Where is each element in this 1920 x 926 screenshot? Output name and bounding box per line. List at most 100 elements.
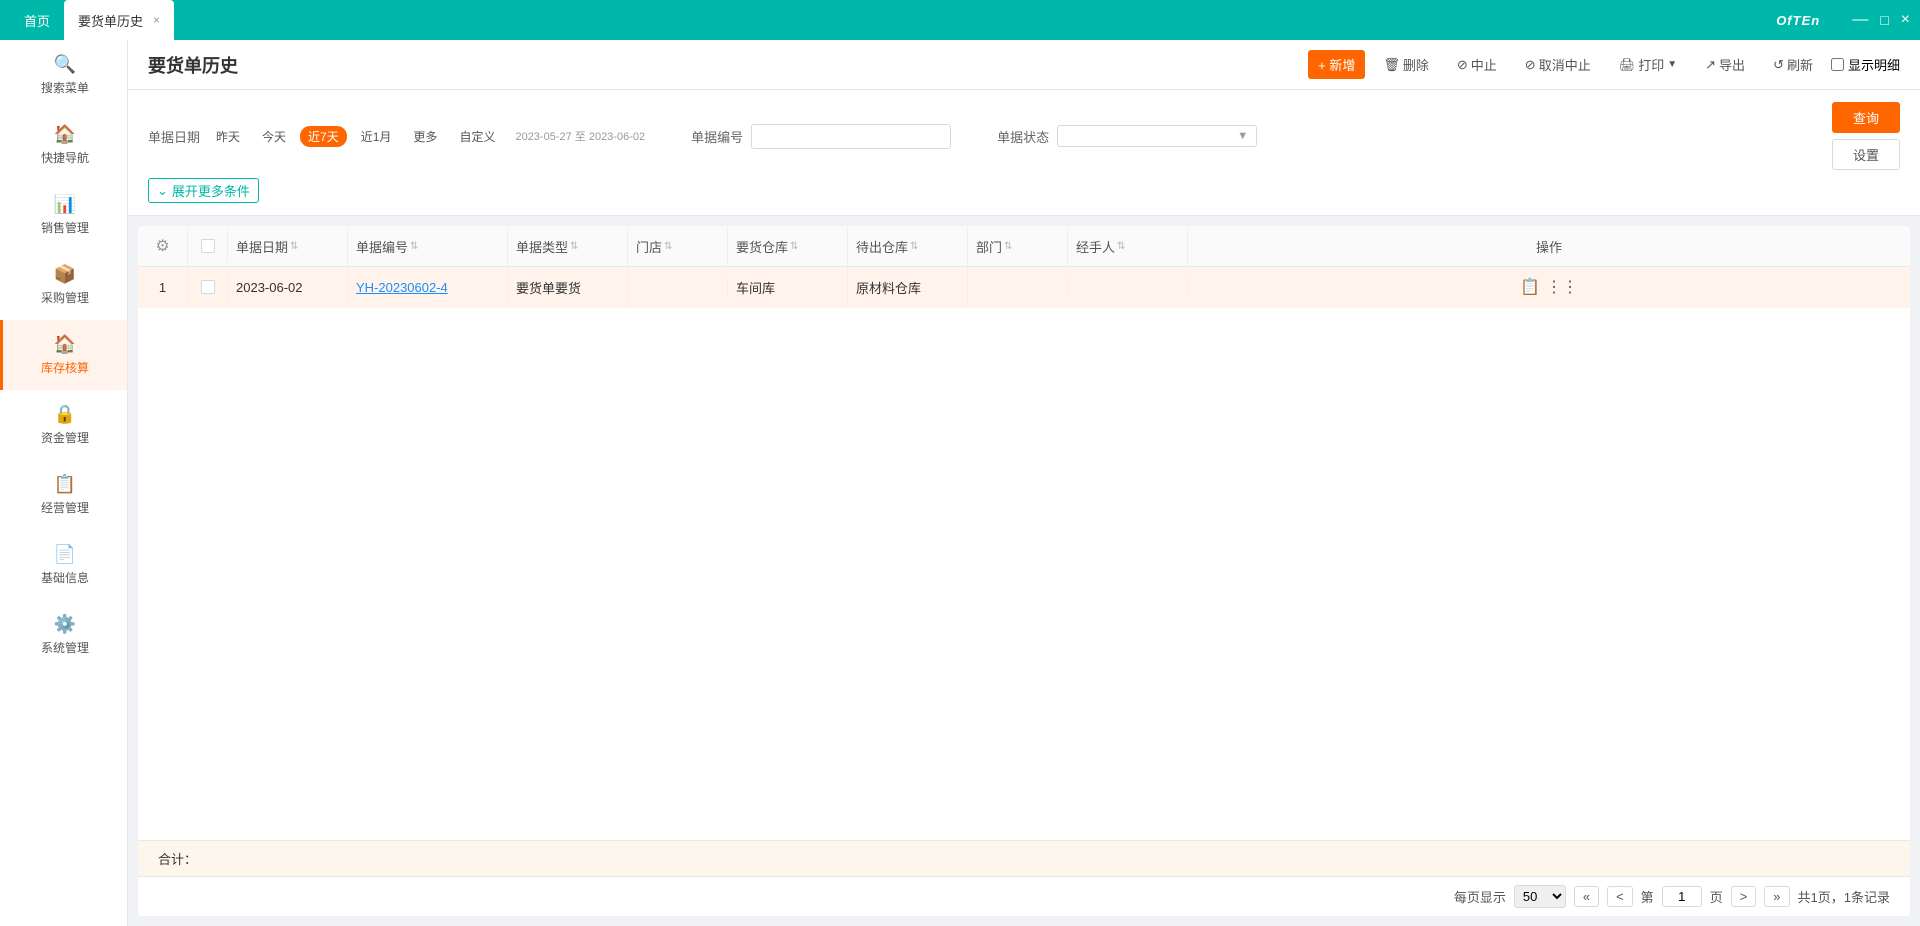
export-label: 导出: [1719, 55, 1745, 74]
row-number-link[interactable]: YH-20230602-4: [356, 280, 448, 295]
home-icon: 🏠: [54, 124, 76, 145]
export-button[interactable]: ↗ 导出: [1695, 50, 1755, 79]
summary-label: 合计：: [158, 849, 197, 868]
cell-number: YH-20230602-4: [348, 270, 508, 305]
cell-handler: [1068, 277, 1188, 297]
sidebar-item-purchase[interactable]: 📦 采购管理: [0, 250, 127, 320]
shortcut-1month[interactable]: 近1月: [353, 126, 400, 147]
shortcut-yesterday[interactable]: 昨天: [208, 126, 248, 147]
filter-row-1: 单据日期 昨天 今天 近7天 近1月 更多 自定义 2023-05-27 至 2…: [148, 102, 1900, 170]
sidebar-item-management[interactable]: 📋 经营管理: [0, 460, 127, 530]
next-page-btn[interactable]: >: [1731, 886, 1757, 907]
print-label: 打印: [1638, 55, 1664, 74]
toolbar: + 新增 🗑 删除 ⊘ 中止 ⊘ 取消中止 🖨 打印 ▼: [1308, 50, 1900, 79]
header-ops: 操作: [1188, 227, 1910, 266]
sort-date-icon[interactable]: ⇅: [290, 241, 298, 252]
cancel-stop-label: 取消中止: [1539, 55, 1591, 74]
main-content: 要货单历史 + 新增 🗑 删除 ⊘ 中止 ⊘ 取消中止 🖨 打印: [128, 40, 1920, 926]
sort-warehouse-icon[interactable]: ⇅: [790, 241, 798, 252]
edit-icon[interactable]: 📋: [1520, 277, 1540, 297]
inventory-icon: 🏠: [54, 334, 76, 355]
shortcut-more[interactable]: 更多: [405, 126, 445, 147]
header-gear[interactable]: ⚙: [138, 226, 188, 266]
close-window-btn[interactable]: ×: [1901, 11, 1910, 29]
header-dept: 部门 ⇅: [968, 227, 1068, 266]
doc-number-filter-group: 单据编号: [691, 124, 951, 149]
delete-icon: 🗑: [1383, 57, 1400, 73]
select-all-checkbox[interactable]: [201, 239, 215, 253]
shortcut-7days[interactable]: 近7天: [300, 126, 347, 147]
page-size-label: 每页显示: [1454, 887, 1506, 906]
expand-more-btn[interactable]: ⌄ 展开更多条件: [148, 178, 259, 203]
print-dropdown-icon: ▼: [1667, 59, 1677, 70]
cell-index: 1: [138, 270, 188, 305]
last-page-btn[interactable]: »: [1764, 886, 1789, 907]
sidebar-item-label: 基础信息: [41, 569, 89, 586]
page-suffix: 页: [1710, 887, 1723, 906]
more-icon[interactable]: ⋮⋮: [1546, 277, 1578, 297]
header-dept-label: 部门: [976, 237, 1002, 256]
date-filter-label: 单据日期: [148, 127, 200, 146]
active-tab[interactable]: 要货单历史 ×: [64, 0, 174, 40]
sidebar-item-system[interactable]: ⚙️ 系统管理: [0, 600, 127, 670]
sales-icon: 📊: [54, 194, 76, 215]
cell-type: 要货单要货: [508, 268, 628, 307]
sidebar-item-finance[interactable]: 🔒 资金管理: [0, 390, 127, 460]
sidebar-item-search[interactable]: 🔍 搜索菜单: [0, 40, 127, 110]
sort-pending-icon[interactable]: ⇅: [910, 241, 918, 252]
minimize-btn[interactable]: —: [1852, 11, 1868, 29]
chevron-down-icon: ▼: [1237, 130, 1248, 142]
doc-status-select[interactable]: ▼: [1057, 125, 1257, 147]
purchase-icon: 📦: [54, 264, 76, 285]
stop-button[interactable]: ⊘ 中止: [1447, 50, 1507, 79]
page-label: 第: [1641, 887, 1654, 906]
row-checkbox[interactable]: [201, 280, 215, 294]
home-tab[interactable]: 首页: [10, 0, 64, 40]
sidebar-item-sales[interactable]: 📊 销售管理: [0, 180, 127, 250]
doc-number-input[interactable]: [751, 124, 951, 149]
sort-dept-icon[interactable]: ⇅: [1004, 241, 1012, 252]
delete-label: 删除: [1403, 55, 1429, 74]
window-controls: OfTEn — □ ×: [1776, 11, 1910, 29]
sort-number-icon[interactable]: ⇅: [410, 241, 418, 252]
query-button[interactable]: 查询: [1832, 102, 1900, 133]
print-button[interactable]: 🖨 打印 ▼: [1609, 50, 1687, 79]
show-detail-label: 显示明细: [1848, 55, 1900, 74]
prev-page-btn[interactable]: <: [1607, 886, 1633, 907]
sidebar-item-label: 快捷导航: [41, 149, 89, 166]
cell-date: 2023-06-02: [228, 270, 348, 305]
page-input[interactable]: [1662, 886, 1702, 907]
show-detail-checkbox[interactable]: [1831, 58, 1844, 71]
sidebar-item-inventory[interactable]: 🏠 库存核算: [0, 320, 127, 390]
page-size-select[interactable]: 50 20 100: [1514, 885, 1566, 908]
cell-checkbox[interactable]: [188, 270, 228, 304]
cell-dept: [968, 277, 1068, 297]
gear-icon[interactable]: ⚙: [155, 236, 169, 256]
sort-handler-icon[interactable]: ⇅: [1117, 241, 1125, 252]
table-spacer: [138, 308, 1910, 840]
search-icon: 🔍: [54, 54, 76, 75]
show-detail-toggle[interactable]: 显示明细: [1831, 55, 1900, 74]
sidebar-item-nav[interactable]: 🏠 快捷导航: [0, 110, 127, 180]
shortcut-today[interactable]: 今天: [254, 126, 294, 147]
tab-close-icon[interactable]: ×: [153, 13, 160, 27]
add-button[interactable]: + 新增: [1308, 50, 1365, 79]
sort-store-icon[interactable]: ⇅: [664, 241, 672, 252]
sort-type-icon[interactable]: ⇅: [570, 241, 578, 252]
maximize-btn[interactable]: □: [1880, 12, 1888, 28]
shortcut-custom[interactable]: 自定义: [451, 126, 503, 147]
settings-button[interactable]: 设置: [1832, 139, 1900, 170]
refresh-button[interactable]: ↺ 刷新: [1763, 50, 1823, 79]
sidebar-item-basic[interactable]: 📄 基础信息: [0, 530, 127, 600]
finance-icon: 🔒: [54, 404, 76, 425]
sidebar-item-label: 资金管理: [41, 429, 89, 446]
cancel-stop-button[interactable]: ⊘ 取消中止: [1515, 50, 1601, 79]
header-handler-label: 经手人: [1076, 237, 1115, 256]
first-page-btn[interactable]: «: [1574, 886, 1599, 907]
delete-button[interactable]: 🗑 删除: [1373, 50, 1439, 79]
cell-warehouse: 车间库: [728, 268, 848, 307]
header-checkbox[interactable]: [188, 229, 228, 263]
page-header: 要货单历史 + 新增 🗑 删除 ⊘ 中止 ⊘ 取消中止 🖨 打印: [128, 40, 1920, 90]
header-type-label: 单据类型: [516, 237, 568, 256]
export-icon: ↗: [1705, 57, 1716, 73]
